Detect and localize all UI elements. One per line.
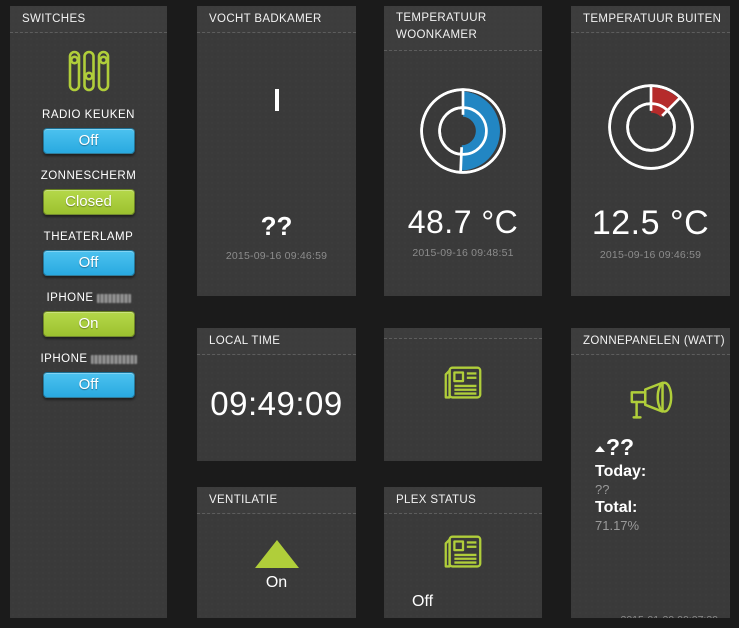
zonnepanelen-today-label: Today: — [595, 463, 647, 480]
ventilatie-state: On — [265, 574, 288, 591]
panel-local-time: LOCAL TIME 09:49:09 — [197, 328, 356, 461]
zonnepanelen-total-value: 71.17% — [595, 518, 640, 533]
temperatuur-buiten-timestamp: 2015-09-16 09:46:59 — [599, 249, 702, 261]
plex-status-state: Off — [412, 593, 434, 610]
switch-item: RADIO KEUKEN Off — [10, 109, 167, 154]
zonnepanelen-timestamp: 2015-01-29 00:07:30 — [621, 614, 719, 618]
vocht-value: ?? — [260, 211, 293, 241]
panel-zonnepanelen-body: ?? Today: ?? Total: 71.17% 2015-01-29 00… — [571, 377, 730, 618]
panel-local-time-body: 09:49:09 — [197, 385, 356, 461]
panel-temperatuur-woonkamer-title: TEMPERATUUR WOONKAMER — [384, 6, 542, 51]
local-time-value: 09:49:09 — [210, 385, 343, 422]
gauge-empty-indicator — [274, 89, 279, 111]
switch-label: THEATERLAMP — [43, 231, 134, 243]
switch-label: IPHONE — [10, 353, 167, 365]
panel-plex-status: PLEX STATUS Off — [384, 487, 542, 618]
temperatuur-woonkamer-value: 48.7 °C — [407, 204, 519, 240]
panel-news — [384, 328, 542, 461]
panel-temperatuur-buiten-title: TEMPERATUUR BUITEN — [571, 6, 730, 33]
switch-toggle-radio-keuken[interactable]: Off — [42, 128, 135, 154]
newspaper-icon[interactable] — [384, 361, 542, 412]
vocht-timestamp: 2015-09-16 09:46:59 — [225, 250, 328, 262]
panel-switches-body: RADIO KEUKEN Off ZONNESCHERM Closed THEA… — [10, 49, 167, 618]
panel-vocht-badkamer: VOCHT BADKAMER ?? 2015-09-16 09:46:59 — [197, 6, 356, 296]
panel-temperatuur-buiten-body: 12.5 °C 2015-09-16 09:46:59 — [571, 73, 730, 296]
panel-vocht-badkamer-body: ?? 2015-09-16 09:46:59 — [197, 33, 356, 296]
panel-ventilatie-title: VENTILATIE — [197, 487, 356, 514]
panel-ventilatie-body: On — [197, 540, 356, 618]
panel-zonnepanelen-title: ZONNEPANELEN (WATT) — [571, 328, 730, 355]
zonnepanelen-current: ?? — [571, 434, 730, 461]
panel-temperatuur-woonkamer-body: 48.7 °C 2015-09-16 09:48:51 — [384, 77, 542, 296]
donut-gauge-woonkamer — [384, 77, 542, 190]
zonnepanelen-today-value: ?? — [595, 482, 610, 497]
panel-news-title — [384, 328, 542, 339]
triangle-up-icon — [254, 540, 299, 568]
dashboard-root: SWITCHES RADIO KEUKEN Off ZONNESCHERM Cl… — [0, 0, 739, 628]
sliders-icon — [10, 49, 167, 93]
switch-item: IPHONE On — [10, 292, 167, 337]
donut-gauge-buiten — [571, 73, 730, 186]
panel-plex-status-title: PLEX STATUS — [384, 487, 542, 514]
temperatuur-woonkamer-timestamp: 2015-09-16 09:48:51 — [412, 247, 514, 259]
switch-toggle-zonnescherm[interactable]: Closed — [42, 189, 135, 215]
switch-toggle-theaterlamp[interactable]: Off — [42, 250, 135, 276]
switch-label: ZONNESCHERM — [40, 170, 137, 182]
switch-item: IPHONE Off — [10, 353, 167, 398]
panel-plex-status-body: Off — [384, 530, 542, 618]
switch-toggle-iphone-2[interactable]: Off — [42, 372, 135, 398]
megaphone-icon — [571, 377, 730, 430]
panel-temperatuur-woonkamer: TEMPERATUUR WOONKAMER 48.7 °C 2015-09-16… — [384, 6, 542, 296]
panel-zonnepanelen: ZONNEPANELEN (WATT) ?? Today: ?? Total: … — [571, 328, 730, 618]
switch-label: RADIO KEUKEN — [42, 109, 135, 121]
redacted-text — [90, 355, 137, 364]
panel-vocht-badkamer-title: VOCHT BADKAMER — [197, 6, 356, 33]
redacted-text — [96, 294, 131, 303]
panel-news-body — [384, 361, 542, 461]
temperatuur-buiten-value: 12.5 °C — [591, 204, 710, 242]
switch-item: ZONNESCHERM Closed — [10, 170, 167, 215]
switch-label: IPHONE — [10, 292, 167, 304]
panel-switches-title: SWITCHES — [10, 6, 167, 33]
panel-switches: SWITCHES RADIO KEUKEN Off ZONNESCHERM Cl… — [10, 6, 167, 618]
zonnepanelen-total-label: Total: — [595, 499, 638, 516]
panel-local-time-title: LOCAL TIME — [197, 328, 356, 355]
switch-item: THEATERLAMP Off — [10, 231, 167, 276]
panel-temperatuur-buiten: TEMPERATUUR BUITEN 12.5 °C 2015-09-16 09… — [571, 6, 730, 296]
newspaper-icon[interactable] — [384, 530, 542, 581]
panel-ventilatie: VENTILATIE On — [197, 487, 356, 618]
arrow-up-icon — [595, 446, 605, 452]
switch-toggle-iphone-1[interactable]: On — [42, 311, 135, 337]
